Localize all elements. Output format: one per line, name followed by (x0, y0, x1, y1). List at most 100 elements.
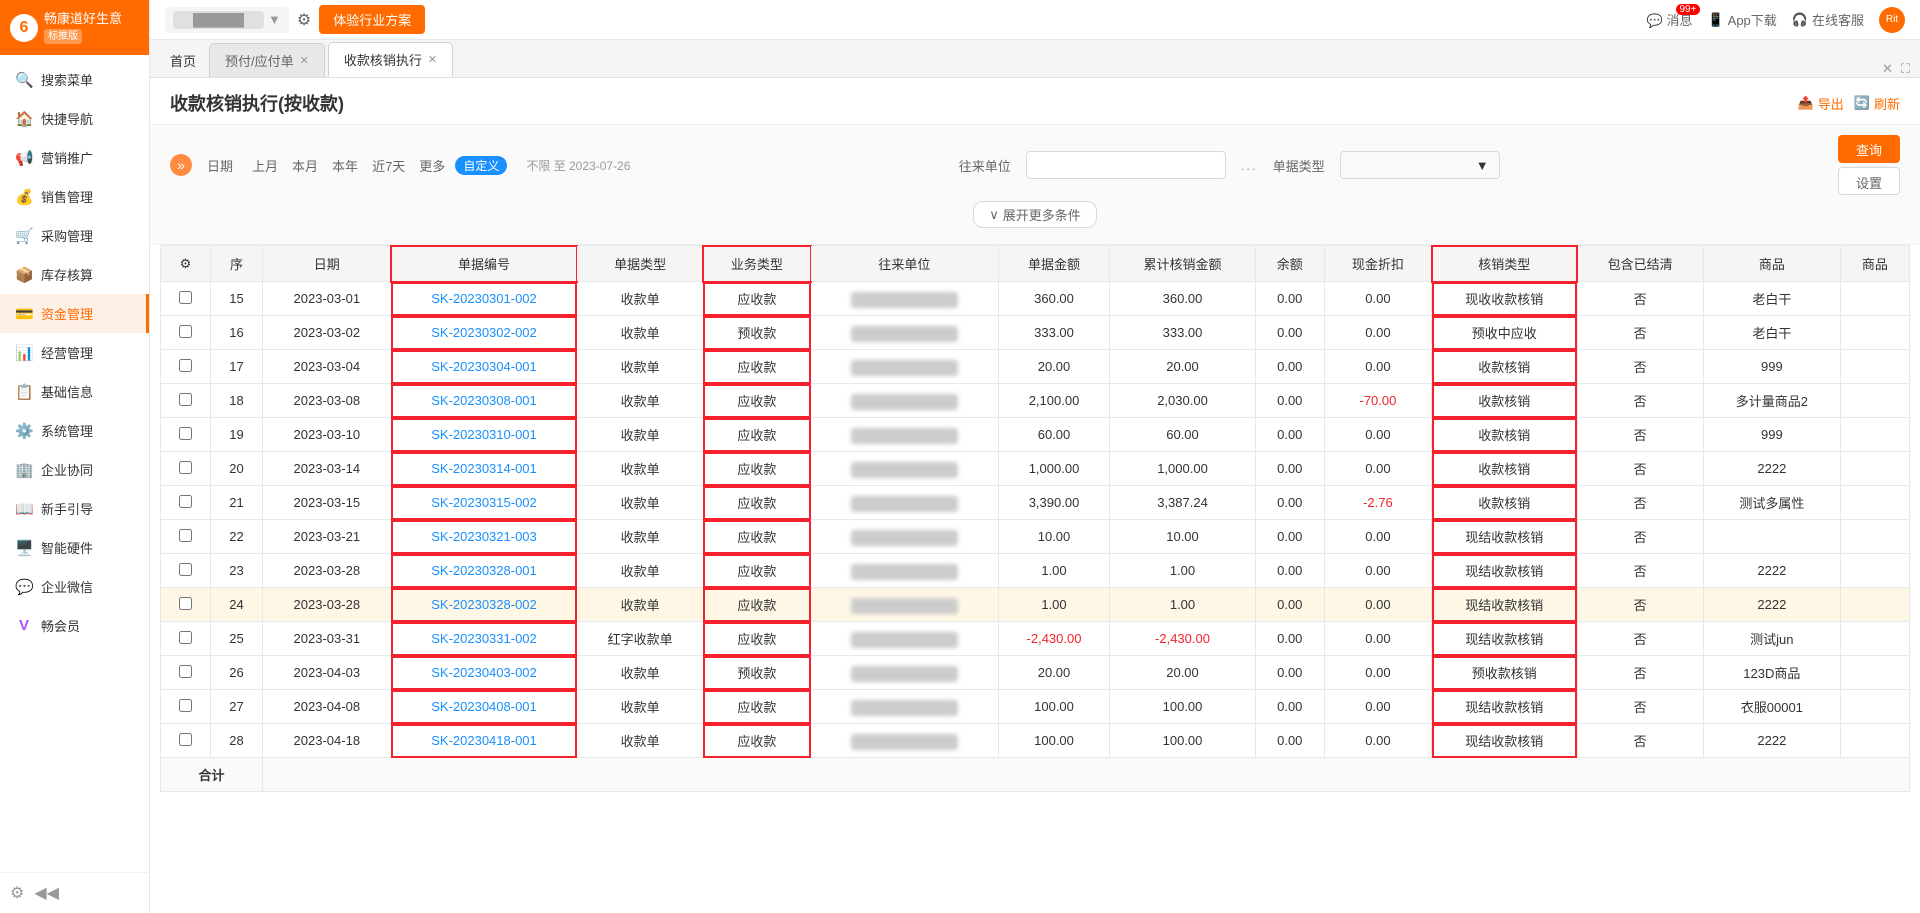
row-checkbox[interactable] (161, 452, 211, 486)
account-dropdown[interactable]: ██████ ▼ (165, 7, 289, 33)
row-checkbox[interactable] (161, 622, 211, 656)
row-doc-no[interactable]: SK-20230331-002 (391, 622, 577, 656)
refresh-button[interactable]: 🔄 刷新 (1854, 94, 1900, 113)
row-doc-no[interactable]: SK-20230328-002 (391, 588, 577, 622)
table-row: 22 2023-03-21 SK-20230321-003 收款单 应收款 ██… (161, 520, 1910, 554)
row-checkbox[interactable] (161, 282, 211, 316)
row-cash-discount: 0.00 (1324, 520, 1431, 554)
date-prev-month[interactable]: 上月 (248, 154, 282, 177)
partner-input[interactable] (1026, 151, 1226, 179)
row-balance: 0.00 (1255, 690, 1324, 724)
sidebar-item-system[interactable]: ⚙️ 系统管理 (0, 411, 149, 450)
tab-close-all-icon[interactable]: ✕ (1882, 61, 1893, 77)
col-settings[interactable]: ⚙ (161, 246, 211, 282)
row-checkbox[interactable] (161, 418, 211, 452)
row-doc-no[interactable]: SK-20230418-001 (391, 724, 577, 758)
sidebar-item-sales[interactable]: 💰 销售管理 (0, 177, 149, 216)
filter-expand-button[interactable]: » (170, 154, 192, 176)
solution-button[interactable]: 体验行业方案 (319, 5, 425, 34)
row-doc-no[interactable]: SK-20230304-001 (391, 350, 577, 384)
row-checkbox[interactable] (161, 384, 211, 418)
sidebar-item-finance[interactable]: 💳 资金管理 (0, 294, 149, 333)
tab-prepay[interactable]: 预付/应付单 ✕ (209, 43, 325, 77)
col-doc-type: 单据类型 (577, 246, 703, 282)
row-checkbox[interactable] (161, 486, 211, 520)
row-doc-no[interactable]: SK-20230328-001 (391, 554, 577, 588)
row-amount: 2,100.00 (998, 384, 1110, 418)
row-cash-discount: 0.00 (1324, 690, 1431, 724)
row-cash-discount: -2.76 (1324, 486, 1431, 520)
row-checkbox[interactable] (161, 656, 211, 690)
sidebar-item-inventory[interactable]: 📦 库存核算 (0, 255, 149, 294)
row-doc-no[interactable]: SK-20230408-001 (391, 690, 577, 724)
sidebar-item-basic[interactable]: 📋 基础信息 (0, 372, 149, 411)
row-checkbox[interactable] (161, 316, 211, 350)
sidebar-item-search[interactable]: 🔍 搜索菜单 (0, 60, 149, 99)
date-custom[interactable]: 自定义 (455, 156, 507, 175)
topbar-settings-icon[interactable]: ⚙ (297, 10, 311, 30)
export-icon: 📤 (1798, 95, 1814, 111)
date-this-year[interactable]: 本年 (328, 154, 362, 177)
column-settings-icon[interactable]: ⚙ (180, 256, 192, 271)
tab-expand-icon[interactable]: ⛶ (1901, 61, 1910, 77)
filter-dots: ... (1241, 158, 1258, 173)
row-doc-no[interactable]: SK-20230301-002 (391, 282, 577, 316)
tab-home[interactable]: 首页 (160, 44, 206, 77)
sidebar-item-marketing[interactable]: 📢 营销推广 (0, 138, 149, 177)
data-table: ⚙ 序 日期 单据编号 单据类型 业务类型 往来单位 单据金额 累计核销金额 余… (160, 245, 1910, 792)
row-write-off: 20.00 (1110, 656, 1255, 690)
date-7days[interactable]: 近7天 (368, 154, 409, 177)
collapse-icon[interactable]: ◀◀ (34, 883, 59, 903)
row-checkbox[interactable] (161, 350, 211, 384)
row-include-settled: 否 (1577, 656, 1703, 690)
tab-prepay-close[interactable]: ✕ (300, 54, 309, 67)
sidebar-item-purchase[interactable]: 🛒 采购管理 (0, 216, 149, 255)
tab-collection[interactable]: 收款核销执行 ✕ (328, 42, 453, 77)
row-index: 21 (210, 486, 262, 520)
row-goods: 2222 (1703, 724, 1840, 758)
tab-collection-close[interactable]: ✕ (428, 53, 437, 66)
date-this-month[interactable]: 本月 (288, 154, 322, 177)
expand-more-button[interactable]: ∨ 展开更多条件 (973, 201, 1097, 228)
row-checkbox[interactable] (161, 520, 211, 554)
row-include-settled: 否 (1577, 282, 1703, 316)
row-write-off-type: 预收款核销 (1432, 656, 1577, 690)
row-checkbox[interactable] (161, 588, 211, 622)
message-badge[interactable]: 💬 消息 99+ (1647, 10, 1693, 29)
row-doc-no[interactable]: SK-20230302-002 (391, 316, 577, 350)
row-write-off-type: 收款核销 (1432, 452, 1577, 486)
logo-text: 畅康道好生意 标推版 (44, 11, 122, 45)
sidebar-item-hardware[interactable]: 🖥️ 智能硬件 (0, 528, 149, 567)
row-write-off: -2,430.00 (1110, 622, 1255, 656)
user-avatar[interactable]: Rit (1879, 7, 1905, 33)
filter-settings-button[interactable]: 设置 (1838, 167, 1900, 195)
row-checkbox[interactable] (161, 554, 211, 588)
online-service[interactable]: 🎧 在线客服 (1792, 10, 1864, 29)
row-doc-no[interactable]: SK-20230308-001 (391, 384, 577, 418)
row-biz-type: 应收款 (703, 350, 810, 384)
export-button[interactable]: 📤 导出 (1798, 94, 1844, 113)
settings-gear-icon[interactable]: ⚙ (10, 883, 24, 903)
row-cash-discount: 0.00 (1324, 622, 1431, 656)
row-checkbox[interactable] (161, 690, 211, 724)
row-doc-no[interactable]: SK-20230315-002 (391, 486, 577, 520)
query-button[interactable]: 查询 (1838, 135, 1900, 163)
sidebar-item-operations[interactable]: 📊 经营管理 (0, 333, 149, 372)
table-body: 15 2023-03-01 SK-20230301-002 收款单 应收款 ██… (161, 282, 1910, 758)
app-download[interactable]: 📱 App下载 (1707, 10, 1776, 29)
row-doc-no[interactable]: SK-20230403-002 (391, 656, 577, 690)
sidebar-item-quicknav[interactable]: 🏠 快捷导航 (0, 99, 149, 138)
row-biz-type: 应收款 (703, 520, 810, 554)
date-more[interactable]: 更多 (415, 154, 449, 177)
row-checkbox[interactable] (161, 724, 211, 758)
row-doc-no[interactable]: SK-20230310-001 (391, 418, 577, 452)
doc-type-select[interactable]: ▼ (1340, 151, 1500, 179)
sidebar-item-member[interactable]: V 畅会员 (0, 606, 149, 645)
sidebar-item-wechat[interactable]: 💬 企业微信 (0, 567, 149, 606)
row-include-settled: 否 (1577, 350, 1703, 384)
sidebar-item-enterprise[interactable]: 🏢 企业协同 (0, 450, 149, 489)
sidebar-item-guide[interactable]: 📖 新手引导 (0, 489, 149, 528)
row-goods2 (1840, 452, 1909, 486)
row-doc-no[interactable]: SK-20230321-003 (391, 520, 577, 554)
row-doc-no[interactable]: SK-20230314-001 (391, 452, 577, 486)
